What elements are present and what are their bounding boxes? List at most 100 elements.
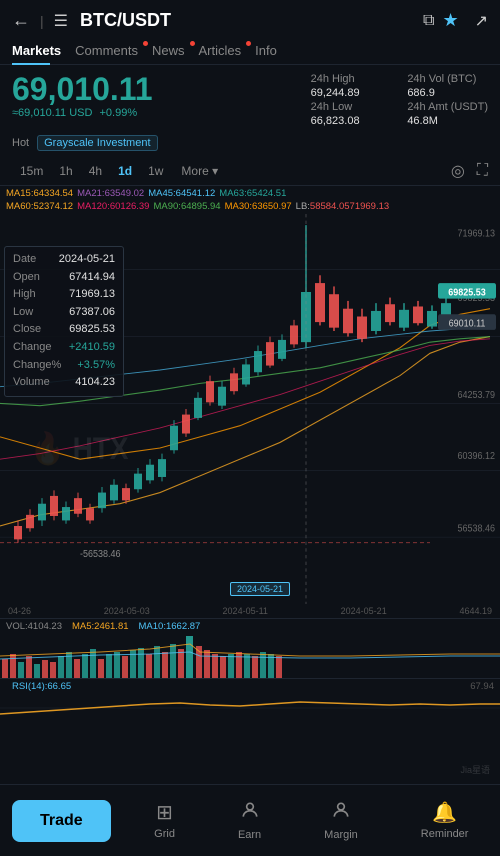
ma90-val: MA90:64895.94 [153,201,220,212]
price-area: 69,010.11 ≈69,010.11 USD +0.99% 24h High… [0,65,500,131]
svg-text:56538.46: 56538.46 [457,523,495,535]
svg-text:-56538.46: -56538.46 [80,549,120,561]
nav-margin[interactable]: Margin [324,800,358,841]
nav-grid[interactable]: ⊞ Grid [154,800,175,841]
articles-dot [246,41,251,46]
price-right: 24h High 24h Vol (BTC) 69,244.89 686.9 2… [311,73,488,127]
rsi-chart [0,694,500,722]
trade-button[interactable]: Trade [12,800,111,842]
price-usd: ≈69,010.11 USD +0.99% [12,107,311,119]
tf-4h[interactable]: 4h [81,161,110,181]
vol-label: 24h Vol (BTC) [407,73,488,85]
tab-comments[interactable]: Comments [75,37,152,64]
hot-label: Hot [12,137,29,149]
change-val: +2410.59 [69,339,115,357]
close-val: 69825.53 [69,321,115,339]
changepct-label: Change% [13,357,61,375]
date-label: Date [13,251,36,269]
tab-news[interactable]: News [152,37,199,64]
earn-icon [240,800,260,826]
nav-tabs: Markets Comments News Articles Info [0,37,500,65]
ma21-val: MA21:63549.02 [77,188,144,199]
open-val: 67414.94 [69,269,115,287]
x-right-val: 4644.19 [459,606,492,616]
fullscreen-icon[interactable]: ⛶ [477,162,488,180]
main-price: 69,010.11 [12,73,311,105]
amt-label: 24h Amt (USDT) [407,101,488,113]
tf-1d[interactable]: 1d [110,161,140,181]
volume-labels: VOL:4104.23 MA5:2461.81 MA10:1662.87 [0,619,500,634]
chart-date-label: 2024-05-21 [230,582,290,596]
x-axis: 04-26 2024-05-03 2024-05-11 2024-05-21 4… [0,604,500,618]
pair-title: BTC/USDT [80,10,407,31]
top-bar: ← | ☰ BTC/USDT ⧉ ★ ↗ [0,0,500,37]
grid-icon: ⊞ [156,800,173,825]
high-label: High [13,286,36,304]
star-icon[interactable]: ★ [442,10,458,31]
ma10-label: MA10:1662.87 [139,621,201,632]
eye-icon[interactable]: ◎ [451,161,465,181]
high-val: 69,244.89 [311,87,392,99]
rsi-label: RSI(14):66.65 [6,679,77,694]
timeframes: 15m 1h 4h 1d 1w More ▾ ◎ ⛶ [0,157,500,186]
ma60-val: MA60:52374.12 [6,201,73,212]
vol-val: 686.9 [407,87,488,99]
back-icon[interactable]: ← [12,10,30,31]
news-dot [190,41,195,46]
nav-reminder[interactable]: 🔔 Reminder [421,800,469,841]
grid-label: Grid [154,828,175,840]
rsi-right-val: 67.94 [470,681,494,692]
grayscale-tag[interactable]: Grayscale Investment [37,135,157,151]
ma30-val: MA30:63650.97 [225,201,292,212]
svg-text:🔥 HTX: 🔥 HTX [30,431,129,467]
tf-1w[interactable]: 1w [140,161,171,181]
low-val: 66,823.08 [311,115,392,127]
high-label: 24h High [311,73,392,85]
ma120-val: MA120:60126.39 [77,201,149,212]
lb-val: LB:58584.0571969.13 [296,201,390,212]
svg-text:64253.79: 64253.79 [457,389,495,401]
price-left: 69,010.11 ≈69,010.11 USD +0.99% [12,73,311,119]
tab-markets[interactable]: Markets [12,37,75,64]
svg-text:69010.11: 69010.11 [449,318,486,330]
svg-text:69825.53: 69825.53 [448,287,486,299]
nav-earn[interactable]: Earn [238,800,261,841]
change-label: Change [13,339,52,357]
ma45-val: MA45:64541.12 [148,188,215,199]
changepct-val: +3.57% [77,357,115,375]
candle-data-box: Date 2024-05-21 Open 67414.94 High 71969… [4,246,124,397]
tf-icons: ◎ ⛶ [451,161,488,181]
x-date-2: 2024-05-11 [223,606,268,616]
vol-label: VOL:4104.23 [6,621,62,632]
volume-val: 4104.23 [75,374,115,392]
chart-container[interactable]: 71969.13 69825.53 69010.11 64253.79 6039… [0,214,500,604]
tab-articles[interactable]: Articles [199,37,256,64]
ma15-val: MA15:64334.54 [6,188,73,199]
copy-icon[interactable]: ⧉ [423,12,434,30]
tab-info[interactable]: Info [255,37,291,64]
tf-15m[interactable]: 15m [12,161,51,181]
low-label: 24h Low [311,101,392,113]
x-date-3: 2024-05-21 [341,606,387,616]
bottom-nav: Trade ⊞ Grid Earn Margin 🔔 Reminder [0,784,500,856]
x-date-1: 2024-05-03 [104,606,150,616]
rsi-area: RSI(14):66.65 67.94 [0,678,500,718]
reminder-icon: 🔔 [432,800,457,825]
high-val: 71969.13 [69,286,115,304]
divider: | [40,13,44,29]
hot-tags: Hot Grayscale Investment [0,131,500,157]
menu-icon[interactable]: ☰ [54,11,68,31]
tf-1h[interactable]: 1h [51,161,80,181]
nav-items: ⊞ Grid Earn Margin 🔔 Reminder [123,800,500,841]
ma63-val: MA63:65424.51 [219,188,286,199]
comments-dot [143,41,148,46]
amt-val: 46.8M [407,115,488,127]
tf-more[interactable]: More ▾ [175,161,224,181]
ma-bar-2: MA60:52374.12 MA120:60126.39 MA90:64895.… [0,199,500,214]
volume-label: Volume [13,374,50,392]
svg-text:60396.12: 60396.12 [457,451,495,463]
share-icon[interactable]: ↗ [475,11,488,31]
margin-label: Margin [324,829,358,841]
open-label: Open [13,269,40,287]
margin-icon [331,800,351,826]
